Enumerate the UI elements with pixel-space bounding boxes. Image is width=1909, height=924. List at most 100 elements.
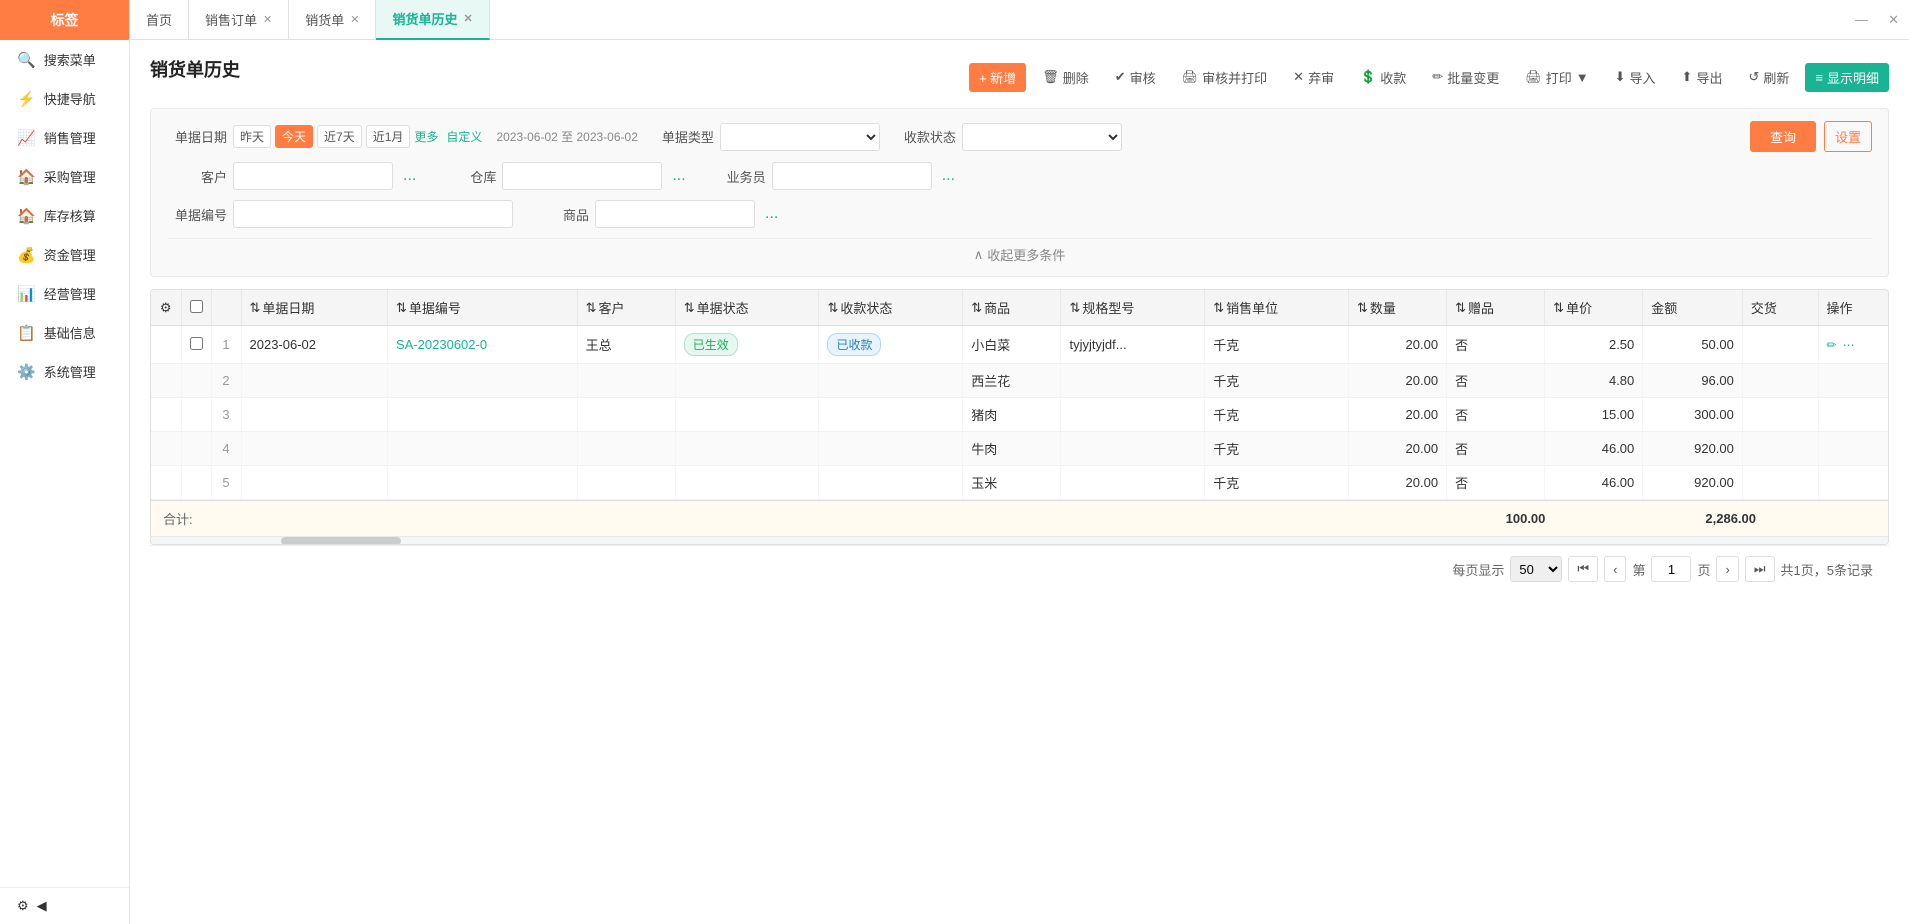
price-col[interactable]: ⇅ 单价 [1545,290,1643,326]
customer-col[interactable]: ⇅ 客户 [577,290,675,326]
gift-col[interactable]: ⇅ 赠品 [1447,290,1545,326]
spec-sort[interactable]: ⇅ 规格型号 [1069,298,1196,317]
table-settings-icon[interactable]: ⚙ [160,300,172,315]
doc-no-input[interactable] [233,200,513,228]
select-all-checkbox[interactable] [190,300,203,313]
tab-minimize-btn[interactable]: — [1845,12,1878,27]
tab-sales-history[interactable]: 销货单历史 ✕ [376,0,489,40]
doc-no-cell[interactable] [388,364,578,398]
doc-no-cell[interactable] [388,432,578,466]
salesperson-input[interactable] [772,162,932,190]
filter-payment-status-group: 收款状态 [896,123,1122,151]
audit-button[interactable]: ✔ 审核 [1105,63,1166,92]
doc-no-col[interactable]: ⇅ 单据编号 [388,290,578,326]
customer-ellipsis-btn[interactable]: ... [399,167,420,185]
refresh-button[interactable]: ↺ 刷新 [1738,63,1799,92]
filter-settings-button[interactable]: 设置 [1824,121,1872,152]
tab-sales-order[interactable]: 销售订单 ✕ [189,0,289,40]
page-first-btn[interactable]: ⏮ [1568,556,1598,582]
export-button[interactable]: ⬆ 导出 [1672,63,1733,92]
collapse-filter-btn[interactable]: ∧ 收起更多条件 [167,238,1872,264]
doc-type-select[interactable] [720,123,880,151]
customer-sort[interactable]: ⇅ 客户 [586,298,667,317]
sidebar-item-quick-nav[interactable]: ⚡ 快捷导航 [0,79,129,118]
page-input[interactable] [1651,556,1691,582]
sidebar-item-purchase[interactable]: 🏠 采购管理 [0,157,129,196]
sidebar-item-sales[interactable]: 📈 销售管理 [0,118,129,157]
settings-col[interactable]: ⚙ [151,290,181,326]
tab-sales-goods[interactable]: 销货单 ✕ [289,0,376,40]
goods-input[interactable] [595,200,755,228]
checkbox-cell[interactable] [181,466,211,500]
page-size-select[interactable]: 50 100 200 [1510,556,1562,582]
goods-ellipsis-btn[interactable]: ... [761,205,782,223]
doc-date-sort[interactable]: ⇅ 单据日期 [250,298,380,317]
customer-input[interactable] [233,162,393,190]
audit-print-button[interactable]: 🖨 审核并打印 [1172,63,1278,92]
checkbox-cell[interactable] [181,364,211,398]
scrollbar-thumb[interactable] [281,537,401,545]
abandon-button[interactable]: ✕ 弃审 [1283,63,1344,92]
table-scrollbar[interactable] [151,536,1888,544]
checkbox-cell[interactable] [181,432,211,466]
batch-change-button[interactable]: ✏ 批量变更 [1422,63,1509,92]
salesperson-ellipsis-btn[interactable]: ... [938,167,959,185]
unit-col[interactable]: ⇅ 销售单位 [1205,290,1349,326]
date-today-btn[interactable]: 今天 [275,125,313,148]
tab-close-btn[interactable]: ✕ [1878,12,1909,28]
page-last-btn[interactable]: ⏭ [1745,556,1775,582]
date-yesterday-btn[interactable]: 昨天 [233,125,271,148]
new-button[interactable]: + 新增 [969,63,1026,92]
goods-sort[interactable]: ⇅ 商品 [971,298,1052,317]
page-prev-btn[interactable]: ‹ [1604,556,1626,582]
unit-sort[interactable]: ⇅ 销售单位 [1213,298,1340,317]
sidebar-item-search[interactable]: 🔍 搜索菜单 [0,40,129,79]
print-button[interactable]: 🖨 打印 ▼ [1515,63,1598,92]
doc-status-sort[interactable]: ⇅ 单据状态 [684,298,811,317]
tab-sales-history-close[interactable]: ✕ [464,12,473,25]
price-sort[interactable]: ⇅ 单价 [1553,298,1634,317]
doc-status-col[interactable]: ⇅ 单据状态 [675,290,819,326]
unit-cell: 千克 [1205,364,1349,398]
show-details-button[interactable]: ≡ 显示明细 [1805,63,1889,92]
sidebar-item-system[interactable]: ⚙️ 系统管理 [0,352,129,391]
payment-status-select[interactable] [962,123,1122,151]
doc-date-col[interactable]: ⇅ 单据日期 [241,290,388,326]
checkbox-cell[interactable] [181,398,211,432]
date-1month-btn[interactable]: 近1月 [366,125,411,148]
collect-button[interactable]: 💲 收款 [1350,63,1416,92]
checkbox-cell[interactable] [181,326,211,364]
tab-sales-goods-close[interactable]: ✕ [350,13,359,26]
edit-link[interactable]: ✏ [1827,338,1837,352]
spec-col[interactable]: ⇅ 规格型号 [1061,290,1205,326]
sidebar-item-basic[interactable]: 📋 基础信息 [0,313,129,352]
row-checkbox[interactable] [190,337,203,350]
qty-col[interactable]: ⇅ 数量 [1348,290,1446,326]
date-7days-btn[interactable]: 近7天 [317,125,362,148]
doc-no-cell[interactable] [388,398,578,432]
doc-no-cell[interactable] [388,466,578,500]
tab-sales-order-close[interactable]: ✕ [263,13,272,26]
payment-status-sort[interactable]: ⇅ 收款状态 [827,298,954,317]
delete-button[interactable]: 🗑 删除 [1032,63,1099,92]
date-custom-link[interactable]: 自定义 [446,128,482,145]
doc-no-cell[interactable]: SA-20230602-0 [388,326,578,364]
gift-sort[interactable]: ⇅ 赠品 [1455,298,1536,317]
price-cell: 46.00 [1545,466,1643,500]
sidebar-item-operation[interactable]: 📊 经营管理 [0,274,129,313]
sidebar-bottom-settings[interactable]: ⚙ ◀ [0,888,129,924]
sidebar-item-finance[interactable]: 💰 资金管理 [0,235,129,274]
sidebar-item-inventory[interactable]: 🏠 库存核算 [0,196,129,235]
tab-home[interactable]: 首页 [130,0,189,40]
warehouse-ellipsis-btn[interactable]: ... [668,167,689,185]
goods-col[interactable]: ⇅ 商品 [963,290,1061,326]
query-button[interactable]: 查询 [1750,121,1816,152]
page-next-btn[interactable]: › [1716,556,1738,582]
doc-no-sort[interactable]: ⇅ 单据编号 [396,298,569,317]
date-more-link[interactable]: 更多 [414,128,438,145]
qty-sort[interactable]: ⇅ 数量 [1357,298,1438,317]
payment-status-col[interactable]: ⇅ 收款状态 [819,290,963,326]
import-button[interactable]: ⬇ 导入 [1605,63,1666,92]
warehouse-input[interactable] [502,162,662,190]
more-link[interactable]: ⋯ [1843,338,1855,352]
